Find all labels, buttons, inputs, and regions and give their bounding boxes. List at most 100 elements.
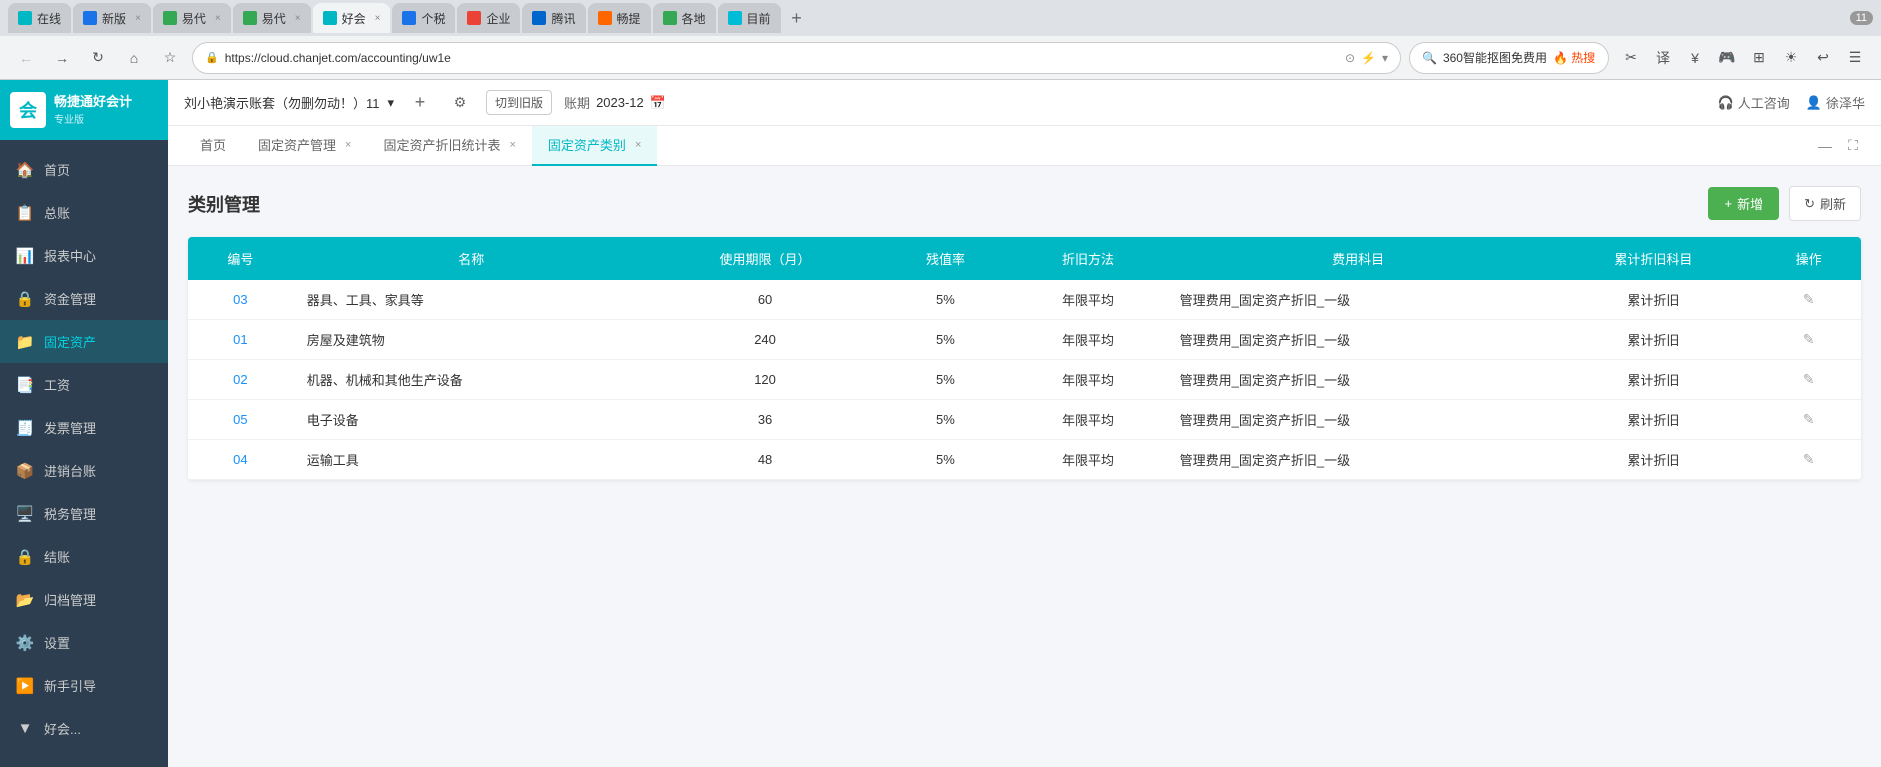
sidebar-item-tax[interactable]: 🖥️ 税务管理	[0, 492, 168, 535]
download-icon: ⚡	[1361, 51, 1376, 65]
browser-tab-1[interactable]: 在线	[8, 3, 71, 33]
sub-tab-asset-mgmt-close[interactable]: ×	[345, 139, 351, 151]
sidebar: 会 畅捷通好会计 专业版 🏠 首页 📋 总账 📊 报表中心 🔒 资金管理	[0, 80, 168, 767]
table-body: 03 器具、工具、家具等 60 5% 年限平均 管理费用_固定资产折旧_一级 累…	[188, 280, 1861, 480]
sub-tab-depreciation[interactable]: 固定资产折旧统计表 ×	[367, 126, 531, 166]
sub-tab-depreciation-close[interactable]: ×	[509, 139, 515, 151]
user-profile[interactable]: 👤 徐泽华	[1806, 93, 1865, 112]
logo-text-block: 畅捷通好会计 专业版	[54, 94, 132, 126]
cell-action-4[interactable]: ✎	[1756, 440, 1861, 480]
browser-tab-8[interactable]: 腾讯	[522, 3, 585, 33]
bookmark-button[interactable]: ☆	[156, 44, 184, 72]
sidebar-item-fixed[interactable]: 📁 固定资产	[0, 320, 168, 363]
cell-action-0[interactable]: ✎	[1756, 280, 1861, 320]
page-title: 类别管理	[188, 191, 260, 217]
user-name-text: 刘小艳演示账套（勿删勿动！）11	[184, 93, 380, 112]
browser-tab-3[interactable]: 易代 ×	[153, 3, 231, 33]
archive-icon: 📂	[16, 591, 34, 609]
sidebar-item-payroll[interactable]: 📑 工资	[0, 363, 168, 406]
cell-action-3[interactable]: ✎	[1756, 400, 1861, 440]
edit-icon-3[interactable]: ✎	[1803, 411, 1815, 427]
grid-icon[interactable]: ⊞	[1745, 44, 1773, 72]
edit-icon-0[interactable]: ✎	[1803, 291, 1815, 307]
menu-icon[interactable]: ☰	[1841, 44, 1869, 72]
cell-action-1[interactable]: ✎	[1756, 320, 1861, 360]
sidebar-item-stock[interactable]: 📦 进销台账	[0, 449, 168, 492]
fixed-icon: 📁	[16, 333, 34, 351]
dropdown-icon[interactable]: ▾	[1382, 51, 1388, 65]
page-title-bar: 类别管理 + 新增 ↻ 刷新	[188, 186, 1861, 221]
tab-close-3[interactable]: ×	[215, 13, 221, 24]
browser-tab-11[interactable]: 目前	[718, 3, 781, 33]
service-button[interactable]: 🎧 人工咨询	[1718, 93, 1790, 112]
search-text: 360智能抠图免费用	[1443, 49, 1547, 66]
edit-icon-2[interactable]: ✎	[1803, 371, 1815, 387]
edit-icon-1[interactable]: ✎	[1803, 331, 1815, 347]
cell-method-0: 年限平均	[1010, 280, 1165, 320]
tab-maximize-button[interactable]: ⛶	[1841, 134, 1865, 158]
sidebar-item-archive[interactable]: 📂 归档管理	[0, 578, 168, 621]
game-icon[interactable]: 🎮	[1713, 44, 1741, 72]
translate-icon[interactable]: 译	[1649, 44, 1677, 72]
switch-version-button[interactable]: 切到旧版	[486, 90, 552, 115]
cell-action-2[interactable]: ✎	[1756, 360, 1861, 400]
sub-tab-category[interactable]: 固定资产类别 ×	[532, 126, 657, 166]
home-button[interactable]: ⌂	[120, 44, 148, 72]
add-button[interactable]: + 新增	[1708, 187, 1779, 220]
refresh-button[interactable]: ↻ 刷新	[1789, 186, 1861, 221]
browser-tabs: 在线 新版 × 易代 × 易代 × 好会 × 个税 企业	[0, 0, 1881, 36]
search-bar[interactable]: 🔍 360智能抠图免费用 🔥 热搜	[1409, 42, 1609, 74]
reload-button[interactable]: ↻	[84, 44, 112, 72]
cell-period-3: 36	[650, 400, 881, 440]
sidebar-item-report[interactable]: 📊 报表中心	[0, 234, 168, 277]
sub-tab-category-close[interactable]: ×	[635, 139, 641, 151]
header-add-button[interactable]: +	[406, 89, 434, 117]
undo-icon[interactable]: ↩	[1809, 44, 1837, 72]
browser-tab-6[interactable]: 个税	[392, 3, 455, 33]
sub-tab-asset-mgmt[interactable]: 固定资产管理 ×	[242, 126, 367, 166]
cell-residual-0: 5%	[880, 280, 1010, 320]
cell-residual-2: 5%	[880, 360, 1010, 400]
sidebar-label-settings: 设置	[44, 633, 70, 652]
edit-icon-4[interactable]: ✎	[1803, 451, 1815, 467]
scissors-icon[interactable]: ✂	[1617, 44, 1645, 72]
sidebar-item-fund[interactable]: 🔒 资金管理	[0, 277, 168, 320]
header-user[interactable]: 刘小艳演示账套（勿删勿动！）11 ▾	[184, 93, 394, 112]
tab-close-4[interactable]: ×	[295, 13, 301, 24]
browser-tab-10[interactable]: 各地	[653, 3, 716, 33]
settings-icon: ⚙️	[16, 634, 34, 652]
browser-tab-9[interactable]: 畅提	[588, 3, 651, 33]
browser-tab-4[interactable]: 易代 ×	[233, 3, 311, 33]
forward-button[interactable]: →	[48, 44, 76, 72]
search-icon: 🔍	[1422, 51, 1437, 65]
user-avatar: 👤	[1806, 95, 1822, 111]
sidebar-item-invoice[interactable]: 🧾 发票管理	[0, 406, 168, 449]
browser-tab-5[interactable]: 好会 ×	[313, 3, 391, 33]
tab-minimize-button[interactable]: —	[1813, 134, 1837, 158]
tab-close-5[interactable]: ×	[375, 13, 381, 24]
tab-close-2[interactable]: ×	[135, 13, 141, 24]
address-bar[interactable]: 🔒 https://cloud.chanjet.com/accounting/u…	[192, 42, 1401, 74]
new-tab-button[interactable]: +	[783, 4, 811, 32]
sidebar-item-more[interactable]: ▼ 好会...	[0, 707, 168, 750]
sidebar-item-home[interactable]: 🏠 首页	[0, 148, 168, 191]
cell-code-0: 03	[188, 280, 293, 320]
browser-tab-7[interactable]: 企业	[457, 3, 520, 33]
sub-tab-home[interactable]: 首页	[184, 126, 242, 166]
sidebar-item-settings[interactable]: ⚙️ 设置	[0, 621, 168, 664]
sidebar-item-ledger[interactable]: 📋 总账	[0, 191, 168, 234]
currency-icon[interactable]: ¥	[1681, 44, 1709, 72]
refresh-icon: ↻	[1804, 196, 1815, 212]
right-panel: 刘小艳演示账套（勿删勿动！）11 ▾ + ⚙ 切到旧版 账期 2023-12 📅…	[168, 80, 1881, 767]
calendar-icon[interactable]: 📅	[650, 95, 666, 111]
brightness-icon[interactable]: ☀	[1777, 44, 1805, 72]
back-button[interactable]: ←	[12, 44, 40, 72]
app-container: 会 畅捷通好会计 专业版 🏠 首页 📋 总账 📊 报表中心 🔒 资金管理	[0, 80, 1881, 767]
tab-label-3: 易代	[182, 10, 206, 27]
sidebar-item-guide[interactable]: ▶️ 新手引导	[0, 664, 168, 707]
header-settings-button[interactable]: ⚙	[446, 89, 474, 117]
browser-tab-2[interactable]: 新版 ×	[73, 3, 151, 33]
tab-label-5: 好会	[342, 10, 366, 27]
cell-period-2: 120	[650, 360, 881, 400]
sidebar-item-close[interactable]: 🔒 结账	[0, 535, 168, 578]
